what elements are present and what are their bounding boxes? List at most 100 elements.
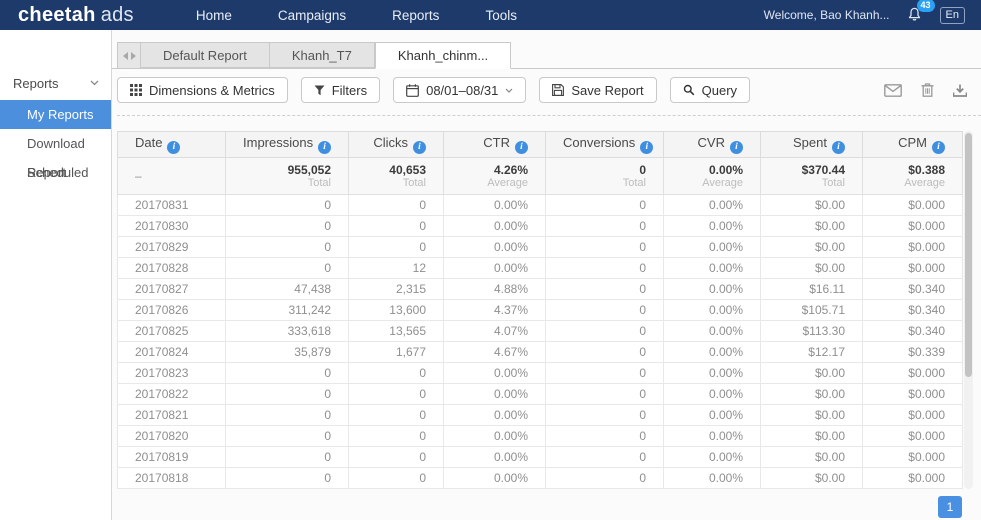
cell-date: 20170821 [117,404,226,426]
column-label: CVR [697,135,725,150]
nav-item-campaigns[interactable]: Campaigns [278,8,346,23]
report-toolbar: Dimensions & Metrics Filters 08/01–08/31… [117,77,967,103]
language-selector[interactable]: En [939,6,965,24]
cell-ctr: 4.88% [443,278,546,300]
sidebar-item-my-reports[interactable]: My Reports [0,100,111,129]
totals-sublabel: Total [622,176,646,189]
nav-item-tools[interactable]: Tools [485,8,517,23]
cell-date: 20170818 [117,467,226,489]
table-row: 20170829 0 0 0.00% 0 0.00% $0.00 $0.000 [117,236,963,258]
chevron-down-icon [505,88,513,93]
column-header-impressions: Impressions i [225,131,349,158]
cell-date: 20170825 [117,320,226,342]
ctr-info-icon[interactable]: i [515,141,528,154]
download-icon[interactable] [953,84,967,97]
save-report-label: Save Report [571,82,644,98]
column-label: Date [135,135,163,150]
totals-value: $370.44 [801,162,845,177]
report-tabbar: Default Report Khanh_T7 Khanh_chinm... [112,42,981,69]
cell-clicks: 0 [348,194,444,216]
filters-label: Filters [331,82,368,98]
trash-icon[interactable] [921,83,934,97]
column-header-ctr: CTR i [443,131,546,158]
cell-impressions: 47,438 [225,278,349,300]
table-row: 20170824 35,879 1,677 4.67% 0 0.00% $12.17 $0.3… [117,341,963,363]
cell-cpm: $0.000 [862,446,963,468]
sidebar-item-download-report[interactable]: Download Report [0,129,111,180]
tab-khanh-t7[interactable]: Khanh_T7 [269,42,375,68]
sidebar-item-scheduled[interactable]: Scheduled [0,158,111,187]
pagination-page-1[interactable]: 1 [938,496,962,518]
nav-item-reports[interactable]: Reports [392,8,439,23]
report-table: Date i Impressions i Clicks i CTR i Conversions i… [117,131,963,489]
cell-conversions: 0 [545,215,664,237]
date-range-button[interactable]: 08/01–08/31 [393,77,527,103]
cell-clicks: 0 [348,236,444,258]
cvr-info-icon[interactable]: i [730,141,743,154]
cell-impressions: 35,879 [225,341,349,363]
tab-prev-icon[interactable] [122,51,128,60]
cell-spent: $12.17 [760,341,863,363]
toolbar-right-icons [884,83,967,97]
totals-sublabel: Total [402,176,426,189]
filters-button[interactable]: Filters [300,77,381,103]
cell-cpm: $0.000 [862,404,963,426]
cell-cpm: $0.000 [862,467,963,489]
cell-cvr: 0.00% [663,215,761,237]
cell-date: 20170827 [117,278,226,300]
cell-clicks: 12 [348,257,444,279]
cell-ctr: 0.00% [443,236,546,258]
table-row: 20170826 311,242 13,600 4.37% 0 0.00% $105.71 $… [117,299,963,321]
cell-cvr: 0.00% [663,404,761,426]
cell-clicks: 0 [348,467,444,489]
nav-item-home[interactable]: Home [196,8,232,23]
table-scrollbar-thumb[interactable] [965,133,972,377]
cell-cpm: $0.339 [862,341,963,363]
table-row: 20170827 47,438 2,315 4.88% 0 0.00% $16.11 $0.3… [117,278,963,300]
cell-conversions: 0 [545,467,664,489]
cell-conversions: 0 [545,446,664,468]
clicks-info-icon[interactable]: i [413,141,426,154]
tab-default-report[interactable]: Default Report [141,42,270,68]
cell-cpm: $0.000 [862,425,963,447]
table-scrollbar-track[interactable] [964,131,973,489]
cell-conversions: 0 [545,257,664,279]
save-report-button[interactable]: Save Report [539,77,657,103]
date-info-icon[interactable]: i [167,141,181,154]
notifications-button[interactable]: 43 [906,0,935,24]
cell-clicks: 0 [348,404,444,426]
cell-cvr: 0.00% [663,362,761,384]
report-table-container: Date i Impressions i Clicks i CTR i Conversions i… [117,131,963,489]
query-button[interactable]: Query [669,77,751,103]
tab-scroll-arrows[interactable] [117,42,141,68]
cell-conversions: 0 [545,320,664,342]
tab-khanh-chinm[interactable]: Khanh_chinm... [374,42,512,69]
cell-cpm: $0.000 [862,362,963,384]
impressions-info-icon[interactable]: i [318,141,332,154]
totals-sublabel: Average [702,176,743,189]
cell-impressions: 0 [225,194,349,216]
top-navbar: cheetah ads Home Campaigns Reports Tools … [0,0,981,30]
tab-next-icon[interactable] [130,51,136,60]
totals-value: $0.388 [908,162,945,177]
cell-clicks: 1,677 [348,341,444,363]
table-row: 20170820 0 0 0.00% 0 0.00% $0.00 $0.000 [117,425,963,447]
dimensions-metrics-button[interactable]: Dimensions & Metrics [117,77,288,103]
cell-date: 20170824 [117,341,226,363]
user-menu[interactable]: Welcome, Bao Khanh... [764,8,890,22]
cell-spent: $16.11 [760,278,863,300]
conversions-info-icon[interactable]: i [640,141,654,154]
cell-spent: $0.00 [760,446,863,468]
table-header-row: Date i Impressions i Clicks i CTR i Conversions i… [117,131,963,158]
mail-icon[interactable] [884,83,902,97]
cell-cvr: 0.00% [663,425,761,447]
nav-menu: Home Campaigns Reports Tools [196,8,517,23]
cell-conversions: 0 [545,341,664,363]
cell-cvr: 0.00% [663,257,761,279]
cell-date: 20170819 [117,446,226,468]
spent-info-icon[interactable]: i [832,141,845,154]
sidebar-section-reports[interactable]: Reports [0,74,111,92]
cpm-info-icon[interactable]: i [932,141,945,154]
cell-impressions: 0 [225,257,349,279]
cell-cpm: $0.000 [862,194,963,216]
